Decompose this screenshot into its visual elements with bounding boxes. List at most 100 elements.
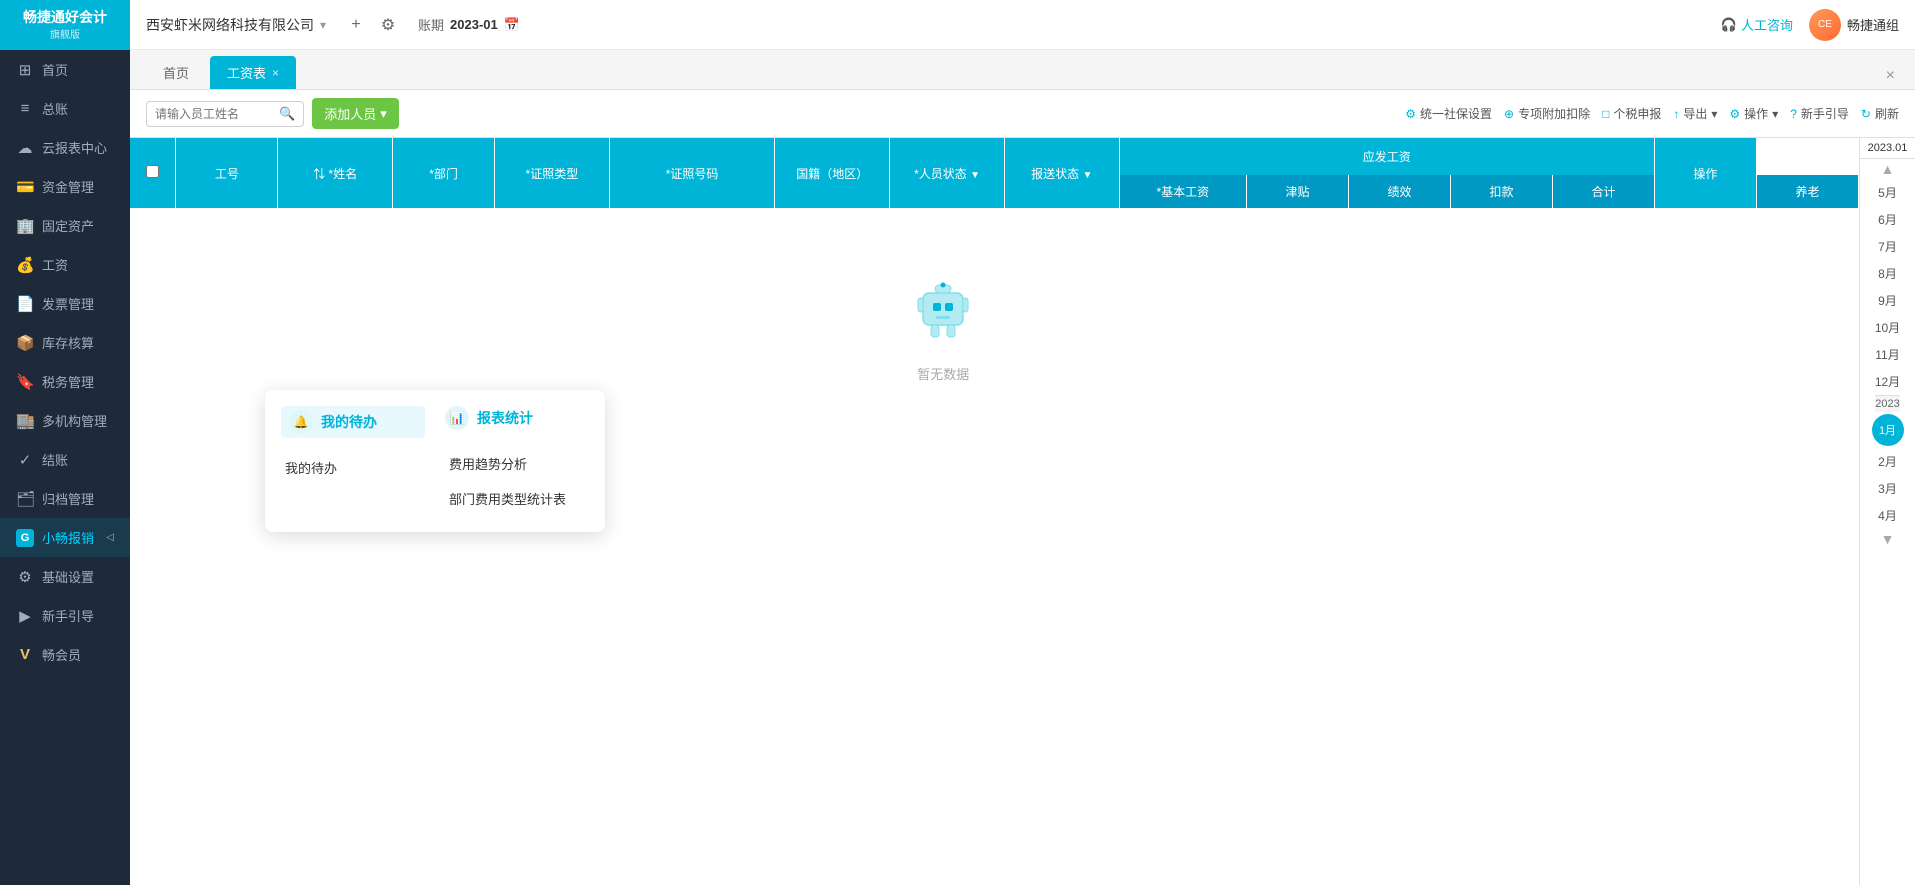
- col-header-salary-group: 应发工资: [1119, 138, 1654, 175]
- sidebar-label-settings: 基础设置: [42, 567, 94, 586]
- user-info[interactable]: CE 畅捷通组: [1809, 9, 1899, 41]
- col-header-checkbox[interactable]: [130, 138, 176, 208]
- tab-close-right-icon[interactable]: ×: [1882, 63, 1899, 89]
- tab-salary[interactable]: 工资表 ×: [210, 56, 296, 89]
- user-name: 畅捷通组: [1847, 15, 1899, 34]
- col-header-id-type: *证照类型: [495, 138, 610, 208]
- add-person-label: 添加人员: [324, 104, 376, 123]
- sidebar-label-ledger: 总账: [42, 99, 68, 118]
- month-item-3[interactable]: 3月: [1860, 475, 1915, 502]
- col-header-perf: 绩效: [1349, 175, 1451, 208]
- dropdown-item-my-todo[interactable]: 我的待办: [281, 450, 425, 485]
- sidebar-item-member[interactable]: V 畅会员: [0, 635, 130, 674]
- calendar-icon[interactable]: 📅: [504, 17, 520, 33]
- month-item-1-active[interactable]: 1月: [1872, 414, 1904, 446]
- month-item-9[interactable]: 9月: [1860, 287, 1915, 314]
- sidebar-item-settings[interactable]: ⚙ 基础设置: [0, 557, 130, 596]
- sidebar-label-checkout: 结账: [42, 450, 68, 469]
- sidebar-item-assets[interactable]: 🏢 固定资产: [0, 206, 130, 245]
- newbie-guide-button[interactable]: ? 新手引导: [1790, 105, 1849, 122]
- sidebar-item-multi[interactable]: 🏬 多机构管理: [0, 401, 130, 440]
- sidebar-item-funds[interactable]: 💳 资金管理: [0, 167, 130, 206]
- funds-icon: 💳: [16, 178, 34, 196]
- assets-icon: 🏢: [16, 217, 34, 235]
- select-all-checkbox[interactable]: [146, 165, 159, 178]
- sidebar-label-xiaochang: 小畅报销: [42, 528, 94, 547]
- month-item-7[interactable]: 7月: [1860, 233, 1915, 260]
- col-header-nation: 国籍（地区）: [775, 138, 890, 208]
- period-info: 账期 2023-01 📅: [418, 15, 520, 34]
- tab-home[interactable]: 首页: [146, 56, 206, 89]
- sidebar-item-xiaochang[interactable]: G 小畅报销 ◁: [0, 518, 130, 557]
- month-item-2[interactable]: 2月: [1860, 448, 1915, 475]
- sidebar-item-invoices[interactable]: 📄 发票管理: [0, 284, 130, 323]
- social-insurance-icon: ⚙: [1405, 107, 1416, 121]
- month-item-10[interactable]: 10月: [1860, 314, 1915, 341]
- month-item-11[interactable]: 11月: [1860, 341, 1915, 368]
- operations-button[interactable]: ⚙ 操作 ▾: [1729, 105, 1778, 122]
- tab-salary-close-icon[interactable]: ×: [272, 66, 279, 80]
- tax-report-button[interactable]: □ 个税申报: [1602, 105, 1661, 122]
- refresh-label: 刷新: [1875, 105, 1899, 122]
- sidebar-label-guide: 新手引导: [42, 606, 94, 625]
- headset-icon: 🎧: [1721, 17, 1737, 33]
- todo-icon: 🔔: [289, 410, 313, 434]
- period-label: 账期: [418, 15, 444, 34]
- col-header-id-num: *证照号码: [609, 138, 775, 208]
- month-nav-down[interactable]: ▼: [1860, 529, 1915, 549]
- search-box[interactable]: 🔍: [146, 101, 304, 127]
- month-item-4[interactable]: 4月: [1860, 502, 1915, 529]
- sidebar-item-guide[interactable]: ▶ 新手引导: [0, 596, 130, 635]
- dropdown-popup: 🔔 我的待办 我的待办 📊 报表统计 费用趋势分析 部门费用类型统计表: [265, 390, 605, 532]
- dropdown-item-expense-trend[interactable]: 费用趋势分析: [445, 446, 589, 481]
- sidebar-item-tax[interactable]: 🔖 税务管理: [0, 362, 130, 401]
- sidebar-item-archive[interactable]: 🗂 归档管理: [0, 479, 130, 518]
- service-button[interactable]: 🎧 人工咨询: [1721, 15, 1793, 34]
- sidebar-item-salary[interactable]: 💰 工资: [0, 245, 130, 284]
- month-item-12[interactable]: 12月: [1860, 368, 1915, 395]
- dropdown-header-1[interactable]: 🔔 我的待办: [281, 406, 425, 438]
- month-nav-up[interactable]: ▲: [1860, 159, 1915, 179]
- month-item-6[interactable]: 6月: [1860, 206, 1915, 233]
- month-item-5[interactable]: 5月: [1860, 179, 1915, 206]
- sidebar-item-ledger[interactable]: ≡ 总账: [0, 89, 130, 128]
- col-header-action: 操作: [1654, 138, 1756, 208]
- col-header-dept: *部门: [393, 138, 495, 208]
- dropdown-item-dept-expense[interactable]: 部门费用类型统计表: [445, 481, 589, 516]
- newbie-label: 新手引导: [1801, 105, 1849, 122]
- col-header-bonus: 津贴: [1247, 175, 1349, 208]
- export-label: 导出: [1683, 105, 1707, 122]
- dropdown-header-2[interactable]: 📊 报表统计: [445, 406, 589, 434]
- add-person-button[interactable]: 添加人员 ▾: [312, 98, 399, 129]
- inventory-icon: 📦: [16, 334, 34, 352]
- search-input[interactable]: [155, 107, 275, 121]
- col-header-deduct: 扣款: [1451, 175, 1553, 208]
- period-value: 2023-01: [450, 17, 498, 32]
- tab-salary-label: 工资表: [227, 63, 266, 82]
- xiaochang-icon: G: [16, 529, 34, 547]
- checkout-icon: ✓: [16, 451, 34, 469]
- multi-icon: 🏬: [16, 412, 34, 430]
- refresh-button[interactable]: ↻ 刷新: [1861, 105, 1899, 122]
- sidebar-item-reports[interactable]: ☁ 云报表中心: [0, 128, 130, 167]
- sidebar-item-checkout[interactable]: ✓ 结账: [0, 440, 130, 479]
- sidebar-item-inventory[interactable]: 📦 库存核算: [0, 323, 130, 362]
- sidebar: 畅捷通好会计 旗舰版 ⊞ 首页 ≡ 总账 ☁ 云报表中心 💳 资金管理 🏢 固定…: [0, 0, 130, 885]
- sidebar-label-reports: 云报表中心: [42, 138, 107, 157]
- special-deduct-button[interactable]: ⊕ 专项附加扣除: [1504, 105, 1590, 122]
- col-header-status: *人员状态 ▼: [890, 138, 1005, 208]
- sidebar-item-home[interactable]: ⊞ 首页: [0, 50, 130, 89]
- social-insurance-button[interactable]: ⚙ 统一社保设置: [1405, 105, 1492, 122]
- add-company-button[interactable]: +: [342, 11, 370, 39]
- sidebar-label-salary: 工资: [42, 255, 68, 274]
- add-person-dropdown-icon: ▾: [380, 106, 387, 122]
- month-item-8[interactable]: 8月: [1860, 260, 1915, 287]
- company-selector[interactable]: 西安虾米网络科技有限公司 ▾: [146, 15, 326, 35]
- col-header-name: ⇅ *姓名: [278, 138, 393, 208]
- guide-icon: ▶: [16, 607, 34, 625]
- export-button[interactable]: ↑ 导出 ▾: [1673, 105, 1717, 122]
- empty-state-message: 暂无数据: [917, 364, 969, 383]
- col-header-basic: *基本工资: [1119, 175, 1246, 208]
- topbar-right: 🎧 人工咨询 CE 畅捷通组: [1721, 9, 1899, 41]
- settings-button[interactable]: ⚙: [374, 11, 402, 39]
